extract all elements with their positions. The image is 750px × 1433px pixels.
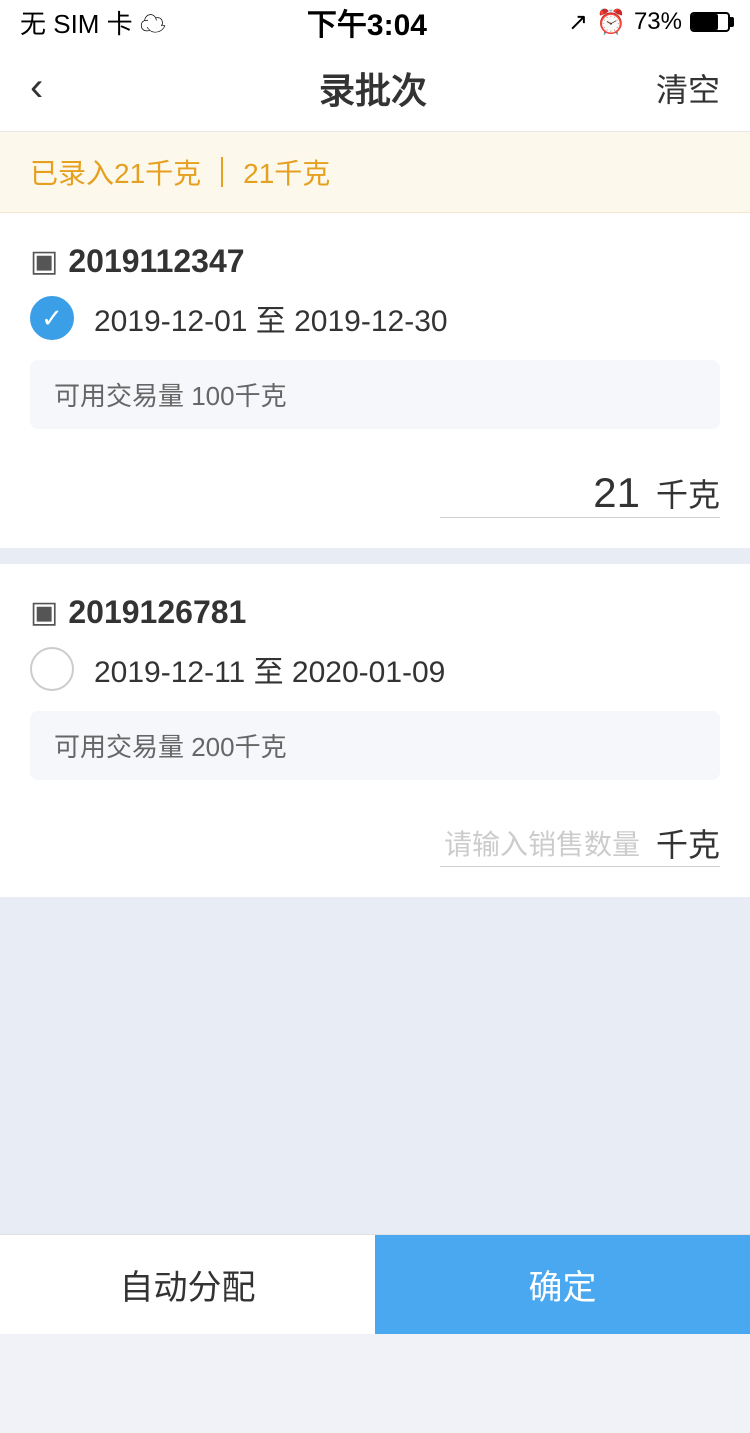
batch-id-2: 2019126781: [68, 594, 246, 631]
status-right: ↗ ⏰ 73%: [568, 8, 730, 37]
section-divider-2: [0, 897, 750, 913]
status-left: 无 SIM 卡 ☁: [20, 4, 166, 41]
radio-2[interactable]: ✓: [30, 647, 74, 691]
alarm-icon: ⏰: [596, 8, 626, 37]
sim-status: 无 SIM 卡 ☁: [20, 4, 166, 41]
radio-1[interactable]: ✓: [30, 296, 74, 340]
batch-date-1: 2019-12-01 至 2019-12-30: [94, 296, 448, 340]
quantity-placeholder-2[interactable]: 请输入销售数量: [444, 823, 640, 863]
batch-header-1: ▣ 2019112347: [30, 243, 720, 280]
recorded-amount: 已录入21千克: [30, 152, 201, 192]
batch-date-row-2: ✓ 2019-12-11 至 2020-01-09: [30, 647, 720, 691]
quantity-unit-1: 千克: [656, 470, 720, 516]
batch-avail-1: 可用交易量 100千克: [30, 360, 720, 429]
amount-value: 21千克: [243, 152, 330, 192]
auto-distribute-button[interactable]: 自动分配: [0, 1235, 375, 1334]
bottom-bar: 自动分配 确定: [0, 1234, 750, 1334]
status-time: 下午3:04: [307, 0, 427, 44]
batch-date-row-1: ✓ 2019-12-01 至 2019-12-30: [30, 296, 720, 340]
quantity-value-1: 21: [593, 469, 640, 517]
location-icon: ↗: [568, 8, 588, 37]
clear-button[interactable]: 清空: [656, 65, 720, 111]
batch-avail-2: 可用交易量 200千克: [30, 711, 720, 780]
back-button[interactable]: ‹: [30, 65, 90, 110]
info-banner: 已录入21千克 21千克: [0, 132, 750, 213]
battery-percentage: 73%: [634, 8, 682, 36]
section-divider-1: [0, 548, 750, 564]
info-divider: [221, 157, 223, 187]
batch-item-2: ▣ 2019126781 ✓ 2019-12-11 至 2020-01-09 可…: [0, 564, 750, 897]
quantity-row-1: 21 千克: [30, 449, 720, 517]
checkmark-1: ✓: [41, 303, 63, 334]
batch-date-2: 2019-12-11 至 2020-01-09: [94, 647, 445, 691]
batch-item-1: ▣ 2019112347 ✓ 2019-12-01 至 2019-12-30 可…: [0, 213, 750, 548]
batch-icon-2: ▣: [30, 595, 58, 630]
battery-icon: [690, 12, 730, 32]
batch-header-2: ▣ 2019126781: [30, 594, 720, 631]
batch-id-1: 2019112347: [68, 243, 244, 280]
confirm-button[interactable]: 确定: [375, 1235, 750, 1334]
quantity-unit-2: 千克: [656, 820, 720, 866]
nav-bar: ‹ 录批次 清空: [0, 44, 750, 132]
batch-icon-1: ▣: [30, 244, 58, 279]
quantity-row-2: 请输入销售数量 千克: [30, 800, 720, 866]
status-bar: 无 SIM 卡 ☁ 下午3:04 ↗ ⏰ 73%: [0, 0, 750, 44]
page-title: 录批次: [319, 62, 427, 114]
